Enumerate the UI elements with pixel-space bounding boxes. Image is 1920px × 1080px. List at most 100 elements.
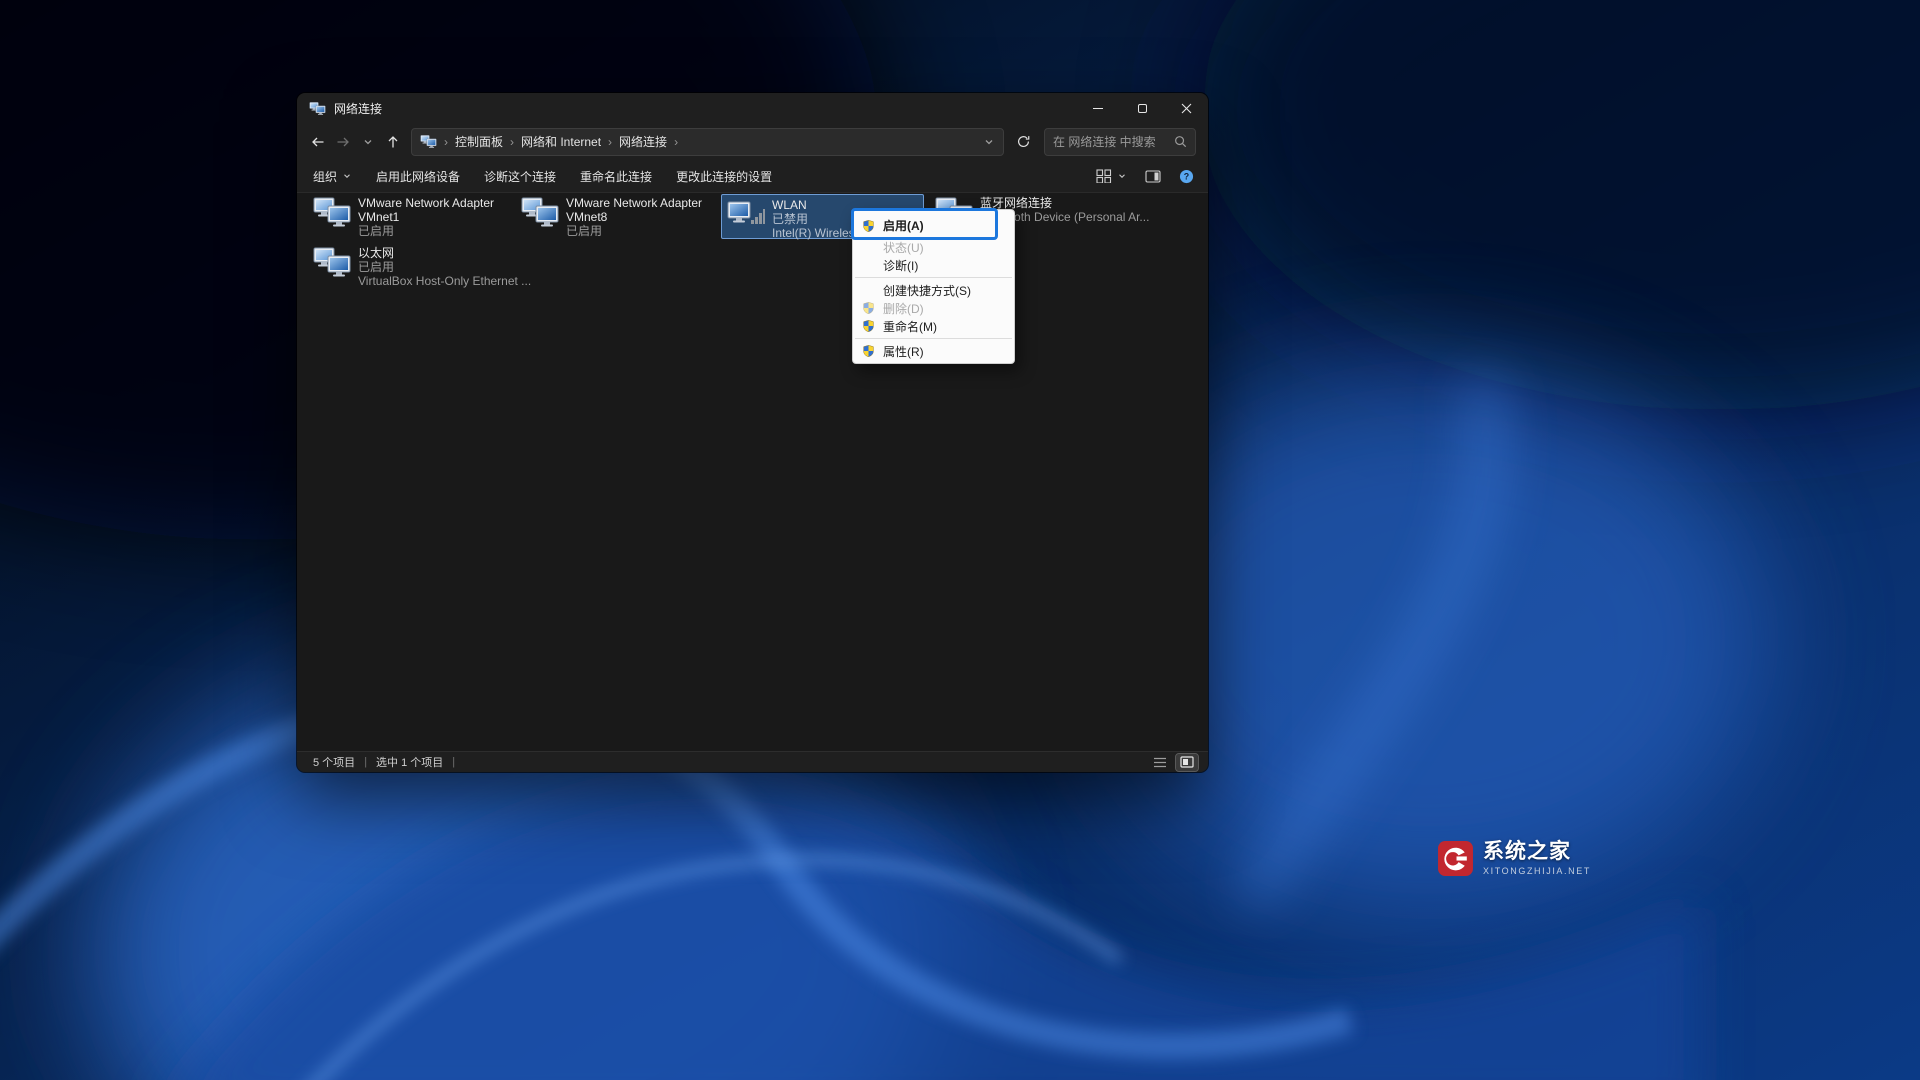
breadcrumb-control-panel[interactable]: 控制面板 bbox=[455, 133, 503, 150]
selected-count: 选中 1 个项目 bbox=[376, 754, 443, 770]
adapter-name: 蓝牙网络连接 bbox=[980, 196, 1149, 210]
menu-item-label: 重命名(M) bbox=[883, 318, 937, 335]
change-settings-button[interactable]: 更改此连接的设置 bbox=[676, 168, 772, 185]
recent-locations-button[interactable] bbox=[355, 129, 380, 154]
xitongzhijia-logo-icon bbox=[1437, 840, 1474, 877]
network-adapter-icon bbox=[313, 197, 351, 227]
menu-separator bbox=[855, 277, 1012, 278]
context-menu: 启用(A) 状态(U) 诊断(I) 创建快捷方式(S) 删除(D) 重命名(M) bbox=[852, 209, 1015, 364]
adapter-device: VirtualBox Host-Only Ethernet ... bbox=[358, 274, 531, 288]
address-bar[interactable]: › 控制面板 › 网络和 Internet › 网络连接 › bbox=[411, 128, 1004, 156]
network-connections-window: 网络连接 bbox=[297, 93, 1208, 772]
menu-item-label: 属性(R) bbox=[883, 343, 924, 360]
address-dropdown-icon[interactable] bbox=[983, 136, 995, 148]
wlan-adapter-icon bbox=[727, 199, 765, 229]
breadcrumb-separator: › bbox=[510, 135, 514, 149]
adapter-vmnet1[interactable]: VMware Network Adapter VMnet1 已启用 bbox=[313, 196, 494, 238]
menu-item-label: 状态(U) bbox=[883, 239, 924, 256]
help-button[interactable]: ? bbox=[1179, 169, 1194, 184]
diagnose-label: 诊断这个连接 bbox=[484, 168, 556, 185]
network-adapter-icon bbox=[521, 197, 559, 227]
enable-device-button[interactable]: 启用此网络设备 bbox=[376, 168, 460, 185]
uac-shield-icon bbox=[862, 302, 875, 315]
grid-view-icon bbox=[1096, 169, 1112, 183]
breadcrumb-network-internet[interactable]: 网络和 Internet bbox=[521, 133, 601, 150]
adapter-name-line2: VMnet8 bbox=[566, 210, 702, 224]
organize-menu-button[interactable]: 组织 bbox=[313, 168, 352, 185]
menu-item-diagnose[interactable]: 诊断(I) bbox=[853, 256, 1014, 274]
uac-shield-icon bbox=[862, 320, 875, 333]
menu-item-properties[interactable]: 属性(R) bbox=[853, 342, 1014, 360]
help-icon: ? bbox=[1179, 169, 1194, 184]
diagnose-connection-button[interactable]: 诊断这个连接 bbox=[484, 168, 556, 185]
refresh-button[interactable] bbox=[1010, 129, 1036, 155]
adapter-status: 已启用 bbox=[358, 224, 494, 238]
search-icon bbox=[1174, 135, 1187, 148]
forward-button[interactable] bbox=[330, 129, 355, 154]
adapter-name-line1: VMware Network Adapter bbox=[358, 196, 494, 210]
refresh-icon bbox=[1016, 134, 1031, 149]
status-separator: | bbox=[452, 756, 455, 768]
status-bar: 5 个项目 | 选中 1 个项目 | bbox=[297, 751, 1208, 772]
rename-label: 重命名此连接 bbox=[580, 168, 652, 185]
location-icon bbox=[420, 135, 437, 148]
menu-item-status: 状态(U) bbox=[853, 238, 1014, 256]
menu-item-label: 删除(D) bbox=[883, 300, 924, 317]
adapter-status: 已启用 bbox=[566, 224, 702, 238]
adapter-status: 已启用 bbox=[358, 260, 531, 274]
breadcrumb-separator: › bbox=[608, 135, 612, 149]
menu-item-create-shortcut[interactable]: 创建快捷方式(S) bbox=[853, 281, 1014, 299]
chevron-down-icon bbox=[1117, 171, 1127, 181]
adapter-vmnet8[interactable]: VMware Network Adapter VMnet8 已启用 bbox=[521, 196, 702, 238]
adapter-ethernet[interactable]: 以太网 已启用 VirtualBox Host-Only Ethernet ..… bbox=[313, 246, 531, 288]
adapter-name-line2: VMnet1 bbox=[358, 210, 494, 224]
menu-item-delete: 删除(D) bbox=[853, 299, 1014, 317]
enable-device-label: 启用此网络设备 bbox=[376, 168, 460, 185]
arrow-left-icon bbox=[310, 134, 326, 150]
preview-pane-button[interactable] bbox=[1145, 170, 1161, 183]
list-view-icon bbox=[1153, 757, 1167, 768]
maximize-button[interactable] bbox=[1120, 93, 1164, 123]
menu-item-label: 创建快捷方式(S) bbox=[883, 282, 971, 299]
search-input[interactable] bbox=[1053, 135, 1174, 149]
breadcrumb-separator: › bbox=[674, 135, 678, 149]
status-separator: | bbox=[364, 756, 367, 768]
adapter-name: 以太网 bbox=[358, 246, 531, 260]
network-icon bbox=[309, 102, 326, 115]
site-watermark: 系统之家 XITONGZHIJIA.NET bbox=[1437, 840, 1591, 877]
change-settings-label: 更改此连接的设置 bbox=[676, 168, 772, 185]
watermark-title: 系统之家 bbox=[1483, 840, 1591, 864]
uac-shield-icon bbox=[862, 219, 875, 232]
preview-pane-icon bbox=[1145, 170, 1161, 183]
menu-item-label: 诊断(I) bbox=[883, 257, 918, 274]
chevron-down-icon bbox=[362, 136, 374, 148]
arrow-up-icon bbox=[385, 134, 401, 150]
menu-item-rename[interactable]: 重命名(M) bbox=[853, 317, 1014, 335]
arrow-right-icon bbox=[335, 134, 351, 150]
menu-item-label: 启用(A) bbox=[883, 217, 924, 234]
close-icon bbox=[1181, 103, 1192, 114]
organize-label: 组织 bbox=[313, 168, 337, 185]
breadcrumb-separator: › bbox=[444, 135, 448, 149]
thumbnail-view-icon bbox=[1180, 756, 1194, 768]
minimize-icon bbox=[1093, 108, 1103, 109]
rename-connection-button[interactable]: 重命名此连接 bbox=[580, 168, 652, 185]
maximize-icon bbox=[1138, 104, 1147, 113]
minimize-button[interactable] bbox=[1076, 93, 1120, 123]
up-button[interactable] bbox=[380, 129, 405, 154]
breadcrumb-network-connections[interactable]: 网络连接 bbox=[619, 133, 667, 150]
close-button[interactable] bbox=[1164, 93, 1208, 123]
menu-separator bbox=[855, 338, 1012, 339]
network-adapter-icon bbox=[313, 247, 351, 277]
chevron-down-icon bbox=[342, 171, 352, 181]
window-title: 网络连接 bbox=[334, 100, 382, 117]
details-view-button[interactable] bbox=[1149, 754, 1171, 771]
search-box[interactable] bbox=[1044, 128, 1196, 156]
titlebar[interactable]: 网络连接 bbox=[297, 93, 1208, 123]
back-button[interactable] bbox=[305, 129, 330, 154]
svg-text:?: ? bbox=[1184, 171, 1189, 181]
large-icons-view-button[interactable] bbox=[1176, 754, 1198, 771]
view-options-button[interactable] bbox=[1096, 169, 1127, 183]
menu-item-enable[interactable]: 启用(A) bbox=[853, 213, 1014, 238]
adapter-name-line1: VMware Network Adapter bbox=[566, 196, 702, 210]
